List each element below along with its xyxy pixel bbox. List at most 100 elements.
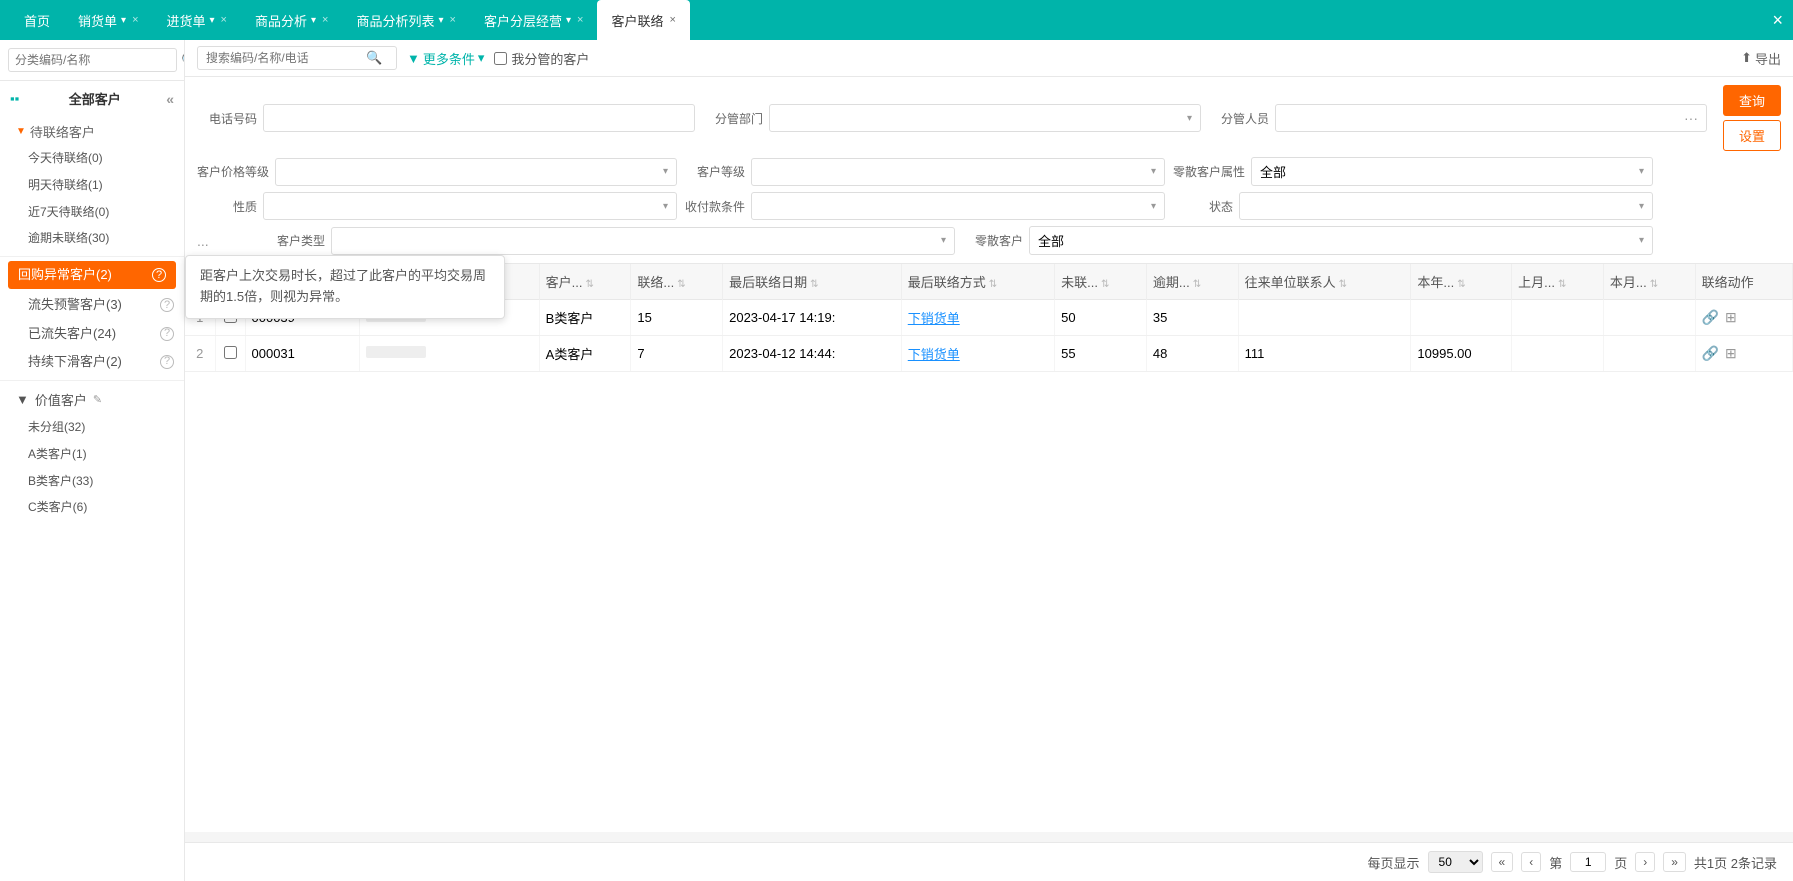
contact-count: 7 (631, 336, 723, 372)
nav-close-icon[interactable]: × (221, 14, 227, 26)
contact-link-icon[interactable]: 🔗 (1702, 309, 1719, 326)
price-level-select[interactable]: ▾ (275, 158, 677, 186)
sidebar-search-input[interactable] (8, 48, 177, 72)
sidebar-group-pending[interactable]: ▼ 待联络客户 (0, 116, 184, 145)
search-input[interactable] (206, 51, 366, 65)
nav-close-active-icon[interactable]: × (669, 14, 675, 26)
top-navigation: 首页 销货单 ▾ × 进货单 ▾ × 商品分析 ▾ × 商品分析列表 ▾ × 客… (0, 0, 1793, 40)
page-suffix: 页 (1614, 853, 1627, 872)
th-last-method: 最后联络方式⇅ (901, 264, 1054, 300)
window-close-icon[interactable]: × (1772, 10, 1783, 31)
sort-icon: ⇅ (1457, 279, 1465, 290)
sidebar-item-today[interactable]: 今天待联络(0) (0, 145, 184, 172)
phone-input[interactable] (263, 104, 695, 132)
sidebar-item-unclassified[interactable]: 未分组(32) (0, 414, 184, 441)
more-filter-button[interactable]: ▼ 更多条件 ▾ (407, 49, 484, 68)
nav-customer-segmentation[interactable]: 客户分层经营 ▾ × (470, 0, 597, 40)
row-checkbox-cell[interactable] (215, 336, 245, 372)
filter-icon: ▼ (407, 51, 420, 66)
sidebar-item-churned[interactable]: 已流失客户(24) ? (0, 320, 184, 348)
search-icon: 🔍 (366, 50, 382, 66)
sidebar-value-group[interactable]: ▼ 价值客户 ✎ (0, 385, 184, 414)
nav-product-analysis[interactable]: 商品分析 ▾ × (241, 0, 342, 40)
sidebar-item-churn-warning[interactable]: 流失预警客户(3) ? (0, 291, 184, 319)
filter-action-col: 查询 设置 (1723, 85, 1781, 151)
filter-cell-customer-type: 客户类型 ▾ (265, 227, 955, 255)
page-label: 第 (1549, 853, 1562, 872)
next-page-button[interactable]: › (1635, 852, 1655, 872)
sidebar-all-customers[interactable]: ▪▪ 全部客户 « (0, 81, 184, 116)
retail-customer-select[interactable]: 全部 ▾ (1029, 226, 1653, 255)
export-button[interactable]: ⬆ 导出 (1741, 49, 1781, 68)
my-customer-checkbox[interactable] (494, 52, 507, 65)
sidebar-item-tomorrow[interactable]: 明天待联络(1) (0, 172, 184, 199)
sidebar-collapse-icon[interactable]: « (166, 91, 174, 107)
query-button[interactable]: 查询 (1723, 85, 1781, 116)
tooltip-box: 距客户上次交易时长，超过了此客户的平均交易周期的1.5倍，则视为异常。 (185, 255, 505, 319)
first-page-button[interactable]: « (1491, 852, 1514, 872)
nav-close-icon[interactable]: × (577, 14, 583, 26)
edit-icon[interactable]: ✎ (93, 393, 102, 406)
gender-select[interactable]: ▾ (263, 192, 677, 220)
search-wrap: 🔍 (197, 46, 397, 70)
row-index: 2 (185, 336, 215, 372)
sort-icon: ⇅ (989, 279, 997, 290)
th-action: 联络动作 (1695, 264, 1792, 300)
nav-sales-order[interactable]: 销货单 ▾ × (64, 0, 152, 40)
sidebar-item-class-b[interactable]: B类客户(33) (0, 468, 184, 495)
contact-more-icon[interactable]: ⊞ (1725, 309, 1737, 326)
filter-row-4: ... 客户类型 ▾ 零散客户 全部 ▾ (197, 226, 1781, 255)
customer-level-select[interactable]: ▾ (751, 158, 1165, 186)
nav-arrow: ▾ (438, 15, 443, 26)
page-number-input[interactable] (1570, 852, 1606, 872)
caret-icon: ▾ (1151, 166, 1156, 177)
customer-name (359, 336, 539, 372)
payment-select[interactable]: ▾ (751, 192, 1165, 220)
filter-cell-price-level: 客户价格等级 ▾ (197, 158, 677, 186)
triangle-icon: ▼ (16, 126, 26, 137)
dept-select[interactable]: ▾ (769, 104, 1201, 132)
filter-cell-phone: 电话号码 (197, 104, 695, 132)
dots-icon[interactable]: ··· (1684, 110, 1698, 126)
last-month-amount (1512, 336, 1604, 372)
sidebar-item-7days[interactable]: 近7天待联络(0) (0, 199, 184, 226)
caret-icon: ▾ (663, 166, 668, 177)
last-page-button[interactable]: » (1663, 852, 1686, 872)
caret-icon: ▾ (1151, 201, 1156, 212)
pagination-bar: 每页显示 50 20 100 « ‹ 第 页 › » 共1页 2条记录 (185, 842, 1793, 881)
row-checkbox[interactable] (224, 346, 237, 359)
sidebar-item-class-a[interactable]: A类客户(1) (0, 441, 184, 468)
main-layout: 🔍 ▪▪ 全部客户 « ▼ 待联络客户 今天待联络(0) 明天待联络(1) 近7… (0, 40, 1793, 881)
setting-button[interactable]: 设置 (1723, 120, 1781, 151)
retail-attr-select[interactable]: 全部 ▾ (1251, 157, 1653, 186)
nav-close-icon[interactable]: × (322, 14, 328, 26)
nav-arrow: ▾ (566, 15, 571, 26)
nav-close-icon[interactable]: × (132, 14, 138, 26)
nav-purchase-order[interactable]: 进货单 ▾ × (153, 0, 241, 40)
sidebar-item-declining[interactable]: 持续下滑客户(2) ? (0, 348, 184, 376)
filter-cell-dots: ... (197, 233, 257, 249)
sidebar-item-overdue[interactable]: 逾期未联络(30) (0, 225, 184, 252)
manager-select[interactable]: ··· (1275, 104, 1707, 132)
nav-product-analysis-list[interactable]: 商品分析列表 ▾ × (342, 0, 469, 40)
info-icon: ? (152, 268, 166, 282)
sidebar-item-class-c[interactable]: C类客户(6) (0, 494, 184, 521)
contact-more-icon[interactable]: ⊞ (1725, 345, 1737, 362)
filter-cell-status: 状态 ▾ (1173, 192, 1653, 220)
this-month-amount (1603, 300, 1695, 336)
overdue-days: 35 (1146, 300, 1238, 336)
status-select[interactable]: ▾ (1239, 192, 1653, 220)
horizontal-scrollbar[interactable] (185, 832, 1793, 842)
nav-customer-contact[interactable]: 客户联络 × (597, 0, 689, 40)
sort-icon: ⇅ (586, 279, 594, 290)
nav-close-icon[interactable]: × (450, 14, 456, 26)
my-customer-checkbox-label[interactable]: 我分管的客户 (494, 49, 589, 68)
sidebar-item-repurchase-abnormal[interactable]: 回购异常客户(2) ? (8, 261, 176, 289)
customer-type-select[interactable]: ▾ (331, 227, 955, 255)
more-dots-button[interactable]: ... (197, 233, 209, 249)
per-page-select[interactable]: 50 20 100 (1428, 851, 1483, 873)
contact-link-icon[interactable]: 🔗 (1702, 345, 1719, 362)
prev-page-button[interactable]: ‹ (1521, 852, 1541, 872)
nav-home[interactable]: 首页 (10, 0, 64, 40)
uncontacted-days: 50 (1055, 300, 1147, 336)
